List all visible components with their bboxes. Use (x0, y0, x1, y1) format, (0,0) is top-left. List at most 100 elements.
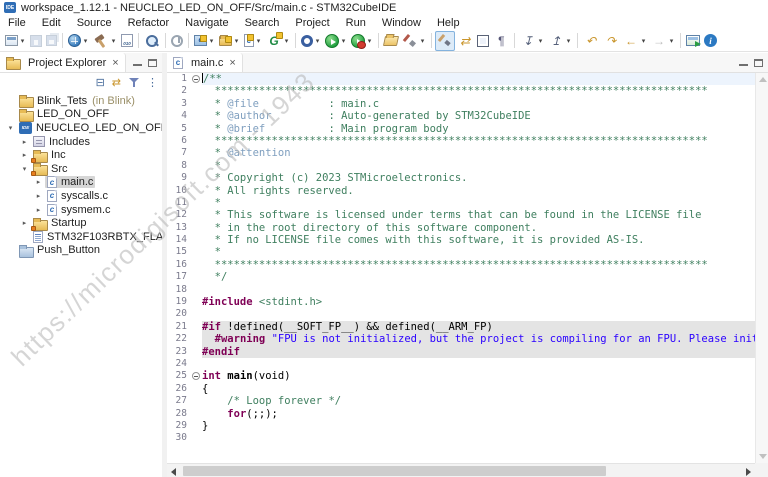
collapse-icon[interactable]: ▾ (4, 124, 17, 132)
next-annotation-button[interactable]: ↧ ▾ (518, 31, 546, 51)
power-button[interactable] (169, 33, 185, 49)
next-edit-location-button[interactable]: ↷ (601, 31, 621, 51)
code-line-29[interactable]: 29} (167, 420, 755, 432)
link-with-editor-button[interactable]: ⇄ (455, 31, 475, 51)
code-line-16[interactable]: 16 *************************************… (167, 259, 755, 271)
code-analysis-button[interactable]: ▾ (299, 33, 323, 49)
code-line-26[interactable]: 26 { (167, 383, 755, 395)
mark-occurrences-button[interactable] (435, 30, 455, 51)
menu-source[interactable]: Source (69, 17, 120, 29)
tree-item-src[interactable]: ▾ Src (0, 162, 162, 177)
code-line-9[interactable]: 9 * Copyright (c) 2023 STMicroelectronic… (167, 172, 755, 184)
code-line-23[interactable]: 23 #endif (167, 345, 755, 358)
menu-help[interactable]: Help (429, 17, 468, 29)
menu-search[interactable]: Search (237, 17, 288, 29)
scroll-right-icon[interactable] (746, 468, 751, 476)
menu-refactor[interactable]: Refactor (120, 17, 178, 29)
code-line-10[interactable]: 10 * All rights reserved. (167, 185, 755, 197)
code-line-22[interactable]: 22 #warning "FPU is not initialized, but… (167, 333, 755, 346)
scroll-down-icon[interactable] (759, 454, 767, 459)
tree-item-neucleo-led-on-off[interactable]: ▾ IDE NEUCLEO_LED_ON_OFF (0, 121, 167, 135)
collapse-icon[interactable]: ▾ (18, 165, 31, 173)
close-icon[interactable]: × (229, 57, 235, 69)
tree-item-stm32f103rbtx-flash-ld[interactable]: STM32F103RBTX_FLASH.ld (0, 230, 190, 244)
show-selected-element-button[interactable] (475, 33, 491, 49)
code-line-14[interactable]: 14 * If no LICENSE file comes with this … (167, 234, 755, 246)
code-line-17[interactable]: 17 */ (167, 271, 755, 283)
open-perspective-button[interactable] (684, 33, 702, 48)
minimize-button[interactable] (739, 59, 748, 66)
menu-window[interactable]: Window (374, 17, 429, 29)
new-wizard-button[interactable]: ▾ (3, 33, 28, 48)
tree-item-main-c[interactable]: ▸ c main.c (0, 176, 162, 190)
code-line-18[interactable]: 18 (167, 284, 755, 296)
scrollbar-thumb[interactable] (183, 466, 607, 476)
tree-item-sysmem-c[interactable]: ▸ c sysmem.c (0, 203, 162, 217)
menu-edit[interactable]: Edit (34, 17, 69, 29)
build-all-button[interactable]: 010 (119, 32, 135, 49)
code-line-7[interactable]: 7 * @attention (167, 147, 755, 159)
expand-icon[interactable]: ▸ (32, 206, 45, 214)
view-menu-icon[interactable]: ⋮ (147, 76, 158, 89)
code-line-19[interactable]: 19 #include <stdint.h> (167, 296, 755, 308)
dropdown-caret-icon[interactable]: ▾ (668, 37, 675, 45)
new-folder-button[interactable]: ▾ (217, 34, 242, 48)
dropdown-caret-icon[interactable]: ▾ (537, 37, 544, 45)
menu-navigate[interactable]: Navigate (177, 17, 236, 29)
expand-icon[interactable]: ▸ (32, 178, 45, 186)
tree-item-syscalls-c[interactable]: ▸ c syscalls.c (0, 189, 162, 203)
device-configuration-button[interactable]: ▾ (66, 32, 91, 49)
back-button[interactable]: ← ▾ (621, 31, 649, 51)
dropdown-caret-icon[interactable]: ▾ (233, 37, 240, 45)
last-edit-location-button[interactable]: ↶ (581, 31, 601, 51)
tab-main-c[interactable]: c main.c × (167, 53, 243, 72)
open-resource-button[interactable] (382, 34, 400, 48)
fold-collapse-icon[interactable] (192, 372, 200, 381)
dropdown-caret-icon[interactable]: ▾ (255, 37, 262, 45)
code-line-8[interactable]: 8 * (167, 160, 755, 172)
expand-icon[interactable]: ▸ (18, 219, 31, 227)
info-button[interactable]: i (702, 32, 719, 49)
tree-item-blink-tets[interactable]: Blink_Tets (in Blink) (0, 94, 162, 109)
code-line-11[interactable]: 11 * (167, 197, 755, 209)
code-line-13[interactable]: 13 * in the root directory of this softw… (167, 222, 755, 234)
external-tools-button[interactable]: ▾ (349, 32, 375, 50)
horizontal-scrollbar[interactable] (167, 463, 755, 477)
code-line-21[interactable]: 21 #if !defined(__SOFT_FP__) && defined(_… (167, 320, 755, 334)
code-line-6[interactable]: 6 **************************************… (167, 135, 755, 147)
build-button[interactable]: ▾ (91, 31, 119, 51)
code-line-28[interactable]: 28 for(;;); (167, 408, 755, 420)
scroll-up-icon[interactable] (759, 77, 767, 82)
dropdown-caret-icon[interactable]: ▾ (640, 37, 647, 45)
expand-icon[interactable]: ▸ (32, 192, 45, 200)
filter-icon[interactable] (128, 76, 140, 88)
dropdown-caret-icon[interactable]: ▾ (366, 37, 373, 45)
code-line-5[interactable]: 5 * @brief : Main program body (167, 123, 755, 135)
new-class-button[interactable]: G ▾ (264, 31, 292, 51)
code-line-15[interactable]: 15 * (167, 246, 755, 258)
menu-run[interactable]: Run (338, 17, 374, 29)
collapse-all-icon[interactable]: ⊟ (96, 76, 105, 89)
dropdown-caret-icon[interactable]: ▾ (419, 37, 426, 45)
dropdown-caret-icon[interactable]: ▾ (283, 37, 290, 45)
new-c-file-button[interactable]: c ▾ (242, 32, 264, 49)
code-line-2[interactable]: 2 **************************************… (167, 85, 755, 97)
close-icon[interactable]: × (112, 57, 118, 69)
scroll-left-icon[interactable] (171, 468, 176, 476)
code-line-27[interactable]: 27 /* Loop forever */ (167, 395, 755, 407)
fold-collapse-icon[interactable] (192, 75, 200, 83)
dropdown-caret-icon[interactable]: ▾ (110, 37, 117, 45)
minimize-button[interactable] (133, 59, 142, 66)
code-line-20[interactable]: 20 (167, 308, 755, 320)
dropdown-caret-icon[interactable]: ▾ (19, 37, 26, 45)
dropdown-caret-icon[interactable]: ▾ (82, 37, 89, 45)
dropdown-caret-icon[interactable]: ▾ (314, 37, 321, 45)
tree-item-push-button[interactable]: Push_Button (0, 244, 162, 258)
dropdown-caret-icon[interactable]: ▾ (340, 37, 347, 45)
code-line-4[interactable]: 4 * @author : Auto-generated by STM32Cub… (167, 110, 755, 122)
maximize-button[interactable] (148, 58, 157, 67)
code-editor[interactable]: 1/** 2 **********************************… (167, 73, 755, 463)
maximize-button[interactable] (754, 58, 763, 67)
vertical-scrollbar[interactable] (755, 73, 768, 463)
code-line-12[interactable]: 12 * This software is licensed under ter… (167, 209, 755, 221)
